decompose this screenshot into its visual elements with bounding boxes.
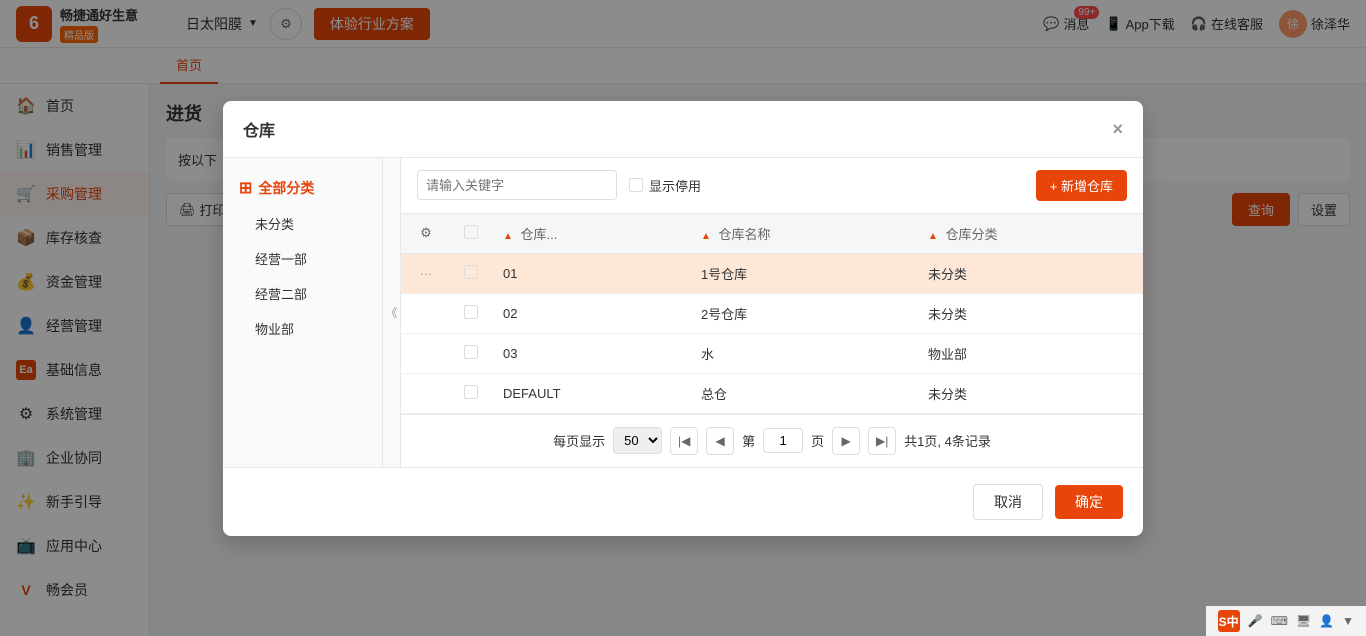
col-code: ▲ 仓库... <box>491 214 689 254</box>
row-code: 02 <box>491 293 689 333</box>
modal-title: 仓库 <box>243 117 275 141</box>
table-row[interactable]: DEFAULT 总仓 未分类 <box>401 373 1143 413</box>
row-code: 01 <box>491 253 689 293</box>
col-gear: ⚙ <box>401 214 451 254</box>
table-row[interactable]: 03 水 物业部 <box>401 333 1143 373</box>
modal-footer: 取消 确定 <box>223 467 1143 536</box>
row-category: 物业部 <box>916 333 1143 373</box>
row-checkbox[interactable] <box>451 253 491 293</box>
sort-icon2: ▲ <box>701 231 711 242</box>
next-page-btn[interactable]: ▶ <box>832 427 860 455</box>
col-name: ▲ 仓库名称 <box>689 214 916 254</box>
confirm-button[interactable]: 确定 <box>1055 485 1123 519</box>
row-actions <box>401 333 451 373</box>
search-button[interactable]: 🔍 <box>610 171 617 199</box>
table-toolbar: 🔍 显示停用 + 新增仓库 <box>401 158 1143 214</box>
table-head: ⚙ ▲ 仓库... ▲ 仓库名称 <box>401 214 1143 254</box>
bottom-bar: S中 🎤 ⌨ 🖥 👤 ▼ <box>1206 606 1366 636</box>
row-category: 未分类 <box>916 253 1143 293</box>
category-item-property[interactable]: 物业部 <box>223 311 382 346</box>
collapse-icon: 《 <box>385 304 397 321</box>
row-checkbox[interactable] <box>451 333 491 373</box>
data-table: ⚙ ▲ 仓库... ▲ 仓库名称 <box>401 214 1143 414</box>
row-checkbox[interactable] <box>451 293 491 333</box>
row-actions <box>401 373 451 413</box>
modal-header: 仓库 × <box>223 101 1143 158</box>
category-item-ops1[interactable]: 经营一部 <box>223 241 382 276</box>
modal-close-button[interactable]: × <box>1112 120 1123 138</box>
select-all-checkbox[interactable] <box>464 225 478 239</box>
row-check-3[interactable] <box>464 345 478 359</box>
col-check <box>451 214 491 254</box>
modal-overlay[interactable]: 仓库 × ⊞ 全部分类 未分类 经营一部 经营二部 <box>0 0 1366 636</box>
row-actions <box>401 293 451 333</box>
show-disabled-label: 显示停用 <box>649 176 701 195</box>
show-disabled-checkbox[interactable] <box>629 178 643 192</box>
user-icon[interactable]: 👤 <box>1319 614 1334 628</box>
new-warehouse-button[interactable]: + 新增仓库 <box>1036 170 1127 201</box>
table-row[interactable]: 02 2号仓库 未分类 <box>401 293 1143 333</box>
row-name: 总仓 <box>689 373 916 413</box>
warehouse-table: ⚙ ▲ 仓库... ▲ 仓库名称 <box>401 214 1143 414</box>
row-check-1[interactable] <box>464 265 478 279</box>
collapse-panel-btn[interactable]: 《 <box>383 158 401 467</box>
all-category-label: 全部分类 <box>258 178 314 198</box>
modal-body: ⊞ 全部分类 未分类 经营一部 经营二部 物业部 《 <box>223 158 1143 467</box>
row-check-2[interactable] <box>464 305 478 319</box>
microphone-icon[interactable]: 🎤 <box>1248 614 1263 628</box>
row-check-4[interactable] <box>464 385 478 399</box>
show-disabled-wrap: 显示停用 <box>629 176 701 195</box>
cancel-button[interactable]: 取消 <box>973 484 1043 520</box>
row-checkbox[interactable] <box>451 373 491 413</box>
arrow-icon: ▼ <box>1342 614 1354 628</box>
sort-icon: ▲ <box>503 231 513 242</box>
row-actions: ··· <box>401 253 451 293</box>
table-panel: 🔍 显示停用 + 新增仓库 ⚙ <box>401 158 1143 467</box>
grid-icon: ⊞ <box>239 178 252 198</box>
row-name: 2号仓库 <box>689 293 916 333</box>
slogo-icon: S中 <box>1218 610 1240 632</box>
page-label: 第 <box>742 431 755 450</box>
all-category-btn[interactable]: ⊞ 全部分类 <box>223 170 382 206</box>
last-page-btn[interactable]: ▶| <box>868 427 896 455</box>
prev-page-btn[interactable]: ◀ <box>706 427 734 455</box>
warehouse-modal: 仓库 × ⊞ 全部分类 未分类 经营一部 经营二部 <box>223 101 1143 536</box>
col-category: ▲ 仓库分类 <box>916 214 1143 254</box>
row-category: 未分类 <box>916 293 1143 333</box>
keyboard-icon[interactable]: ⌨ <box>1271 614 1288 628</box>
sort-icon3: ▲ <box>928 231 938 242</box>
table-body: ··· 01 1号仓库 未分类 <box>401 253 1143 413</box>
total-info: 共1页, 4条记录 <box>904 431 991 450</box>
page-input[interactable] <box>763 428 803 453</box>
search-input-wrap: 🔍 <box>417 170 617 200</box>
row-code: 03 <box>491 333 689 373</box>
search-input[interactable] <box>418 172 610 199</box>
first-page-btn[interactable]: |◀ <box>670 427 698 455</box>
per-page-label: 每页显示 <box>553 431 605 450</box>
category-item-unclassified[interactable]: 未分类 <box>223 206 382 241</box>
category-panel: ⊞ 全部分类 未分类 经营一部 经营二部 物业部 <box>223 158 383 467</box>
table-row[interactable]: ··· 01 1号仓库 未分类 <box>401 253 1143 293</box>
display-icon[interactable]: 🖥 <box>1296 614 1311 628</box>
row-name: 水 <box>689 333 916 373</box>
category-item-ops2[interactable]: 经营二部 <box>223 276 382 311</box>
row-category: 未分类 <box>916 373 1143 413</box>
page-unit: 页 <box>811 431 824 450</box>
per-page-select[interactable]: 50 <box>613 427 662 454</box>
pagination-bar: 每页显示 50 |◀ ◀ 第 页 ▶ ▶| 共1页, 4条记录 <box>401 414 1143 467</box>
row-name: 1号仓库 <box>689 253 916 293</box>
row-code: DEFAULT <box>491 373 689 413</box>
